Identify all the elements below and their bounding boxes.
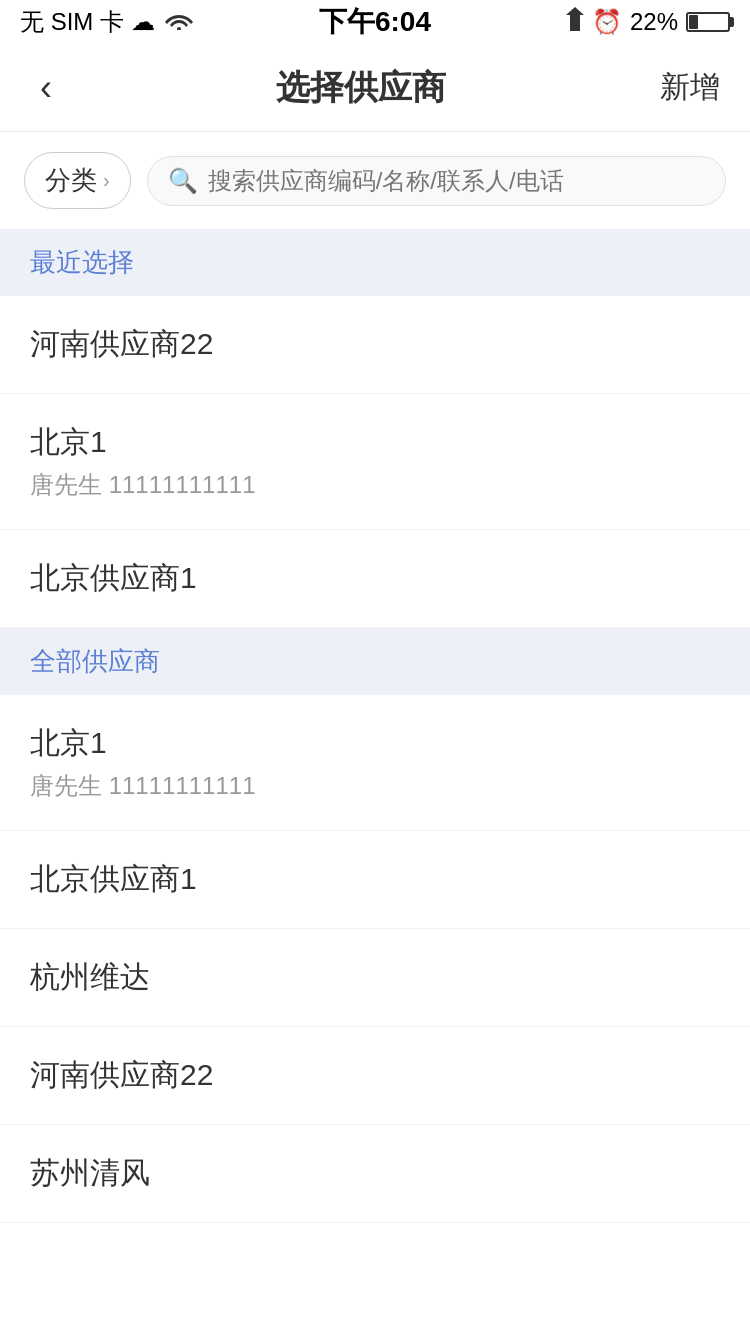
all-section-label: 全部供应商 (30, 646, 160, 676)
all-section-header: 全部供应商 (0, 628, 750, 695)
list-item[interactable]: 北京供应商1 (0, 530, 750, 628)
sim-status: 无 SIM 卡 ☁ (20, 6, 155, 38)
page-title: 选择供应商 (276, 65, 446, 111)
item-name: 河南供应商22 (30, 1055, 720, 1096)
add-button[interactable]: 新增 (660, 67, 720, 108)
category-label: 分类 (45, 163, 97, 198)
filter-bar: 分类 › 🔍 (0, 132, 750, 229)
back-button[interactable]: ‹ (30, 57, 62, 119)
item-name: 河南供应商22 (30, 324, 720, 365)
wifi-icon (165, 8, 193, 36)
list-item[interactable]: 苏州清风 (0, 1125, 750, 1223)
chevron-icon: › (103, 169, 110, 192)
location-icon (566, 7, 584, 37)
search-box[interactable]: 🔍 (147, 156, 726, 206)
category-filter-button[interactable]: 分类 › (24, 152, 131, 209)
status-bar: 无 SIM 卡 ☁ 下午6:04 ⏰ 22% (0, 0, 750, 44)
item-sub: 唐先生 11111111111 (30, 469, 720, 501)
status-right: ⏰ 22% (566, 7, 730, 37)
list-item[interactable]: 杭州维达 (0, 929, 750, 1027)
list-item[interactable]: 河南供应商22 (0, 296, 750, 394)
time-display: 下午6:04 (319, 3, 431, 41)
list-item[interactable]: 河南供应商22 (0, 1027, 750, 1125)
item-name: 北京1 (30, 723, 720, 764)
svg-point-0 (177, 27, 181, 30)
item-name: 杭州维达 (30, 957, 720, 998)
item-name: 北京供应商1 (30, 558, 720, 599)
search-icon: 🔍 (168, 167, 198, 195)
battery-percent: 22% (630, 8, 678, 36)
item-sub: 唐先生 11111111111 (30, 770, 720, 802)
all-list: 北京1 唐先生 11111111111 北京供应商1 杭州维达河南供应商22 苏州清风 (0, 695, 750, 1223)
battery-icon (686, 12, 730, 32)
recent-list: 河南供应商22 北京1 唐先生 11111111111 北京供应商1 (0, 296, 750, 628)
status-left: 无 SIM 卡 ☁ (20, 6, 193, 38)
item-name: 苏州清风 (30, 1153, 720, 1194)
item-name: 北京供应商1 (30, 859, 720, 900)
list-item[interactable]: 北京1 唐先生 11111111111 (0, 695, 750, 831)
recent-section-label: 最近选择 (30, 247, 134, 277)
search-input[interactable] (208, 167, 705, 195)
alarm-icon: ⏰ (592, 8, 622, 36)
item-name: 北京1 (30, 422, 720, 463)
nav-bar: ‹ 选择供应商 新增 (0, 44, 750, 132)
list-item[interactable]: 北京1 唐先生 11111111111 (0, 394, 750, 530)
recent-section-header: 最近选择 (0, 229, 750, 296)
list-item[interactable]: 北京供应商1 (0, 831, 750, 929)
